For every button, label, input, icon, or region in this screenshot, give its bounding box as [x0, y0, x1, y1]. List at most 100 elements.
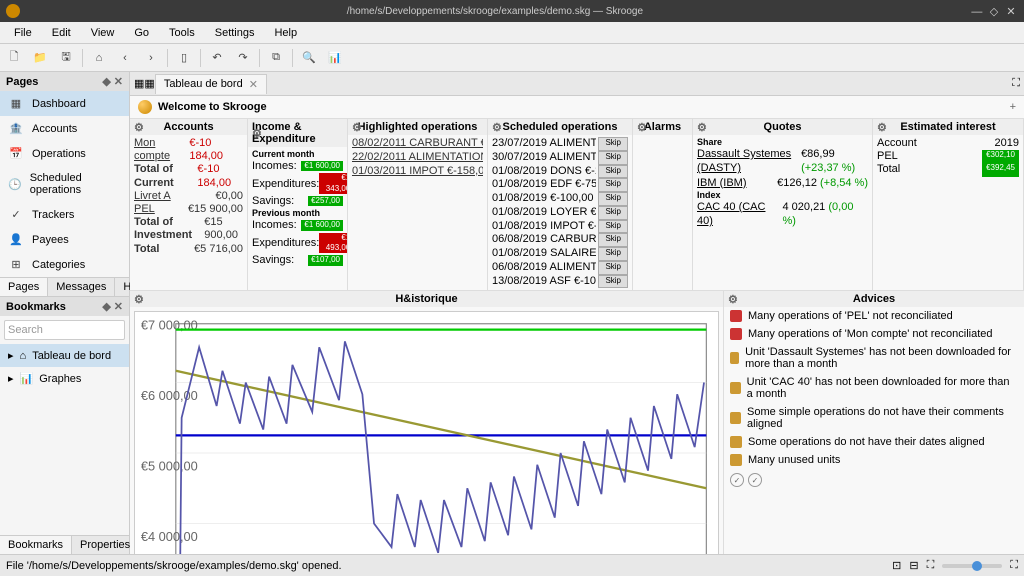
- search-input[interactable]: Search: [4, 320, 125, 340]
- new-icon[interactable]: 🗋: [4, 48, 24, 68]
- redo-icon[interactable]: ↷: [233, 48, 253, 68]
- skip-button[interactable]: Skip: [598, 192, 628, 206]
- quote-name[interactable]: IBM (IBM): [697, 176, 747, 190]
- skip-button[interactable]: Skip: [598, 206, 628, 220]
- skip-button[interactable]: Skip: [598, 220, 628, 234]
- bookmarks-header: Bookmarks ◆✕: [0, 297, 129, 316]
- severity-icon: [730, 382, 741, 394]
- close-button[interactable]: ✕: [1004, 5, 1018, 18]
- report-icon[interactable]: 📊: [325, 48, 345, 68]
- minimize-button[interactable]: —: [970, 6, 984, 18]
- search-icon[interactable]: 🔍: [299, 48, 319, 68]
- home-icon[interactable]: ⌂: [89, 48, 109, 68]
- advice-item[interactable]: Many operations of 'Mon compte' not reco…: [724, 325, 1024, 343]
- add-widget-icon[interactable]: +: [1010, 101, 1016, 113]
- status-icon[interactable]: ⊟: [909, 559, 918, 572]
- menu-help[interactable]: Help: [264, 24, 307, 42]
- tab-bookmarks[interactable]: Bookmarks: [0, 536, 72, 554]
- advice-item[interactable]: Some simple operations do not have their…: [724, 403, 1024, 433]
- highlighted-row: 08/02/2011 CARBURANT €-50,00: [352, 137, 483, 151]
- device-icon[interactable]: ▯: [174, 48, 194, 68]
- account-label[interactable]: Mon compte: [134, 137, 189, 163]
- pin-icon[interactable]: ◆: [102, 76, 110, 88]
- income-row: Savings:€257,00: [252, 194, 343, 208]
- tab-nav-icon[interactable]: ▦: [144, 77, 154, 90]
- panel-close-icon[interactable]: ✕: [114, 301, 123, 313]
- chart-area[interactable]: €7 000,00 €6 000,00 €5 000,00 €4 000,00 …: [134, 311, 719, 554]
- tab-messages[interactable]: Messages: [48, 278, 115, 296]
- bookmark-item[interactable]: ▸⌂Tableau de bord: [0, 344, 129, 367]
- account-label[interactable]: Livret A: [134, 190, 171, 203]
- highlighted-link[interactable]: 22/02/2011 ALIMENTATION €-100,00: [352, 151, 483, 165]
- highlighted-link[interactable]: 08/02/2011 CARBURANT €-50,00: [352, 137, 483, 151]
- advice-text: Many operations of 'Mon compte' not reco…: [748, 328, 993, 340]
- advice-item[interactable]: Many unused units: [724, 451, 1024, 469]
- account-row: Total€5 716,00: [134, 243, 243, 256]
- advice-item[interactable]: Some operations do not have their dates …: [724, 433, 1024, 451]
- highlighted-link[interactable]: 01/03/2011 IMPOT €-158,00: [352, 165, 483, 179]
- gear-icon[interactable]: ⚙: [134, 121, 144, 134]
- quote-name[interactable]: Dassault Systemes (DASTY): [697, 147, 801, 176]
- advice-item[interactable]: Unit 'CAC 40' has not been downloaded fo…: [724, 373, 1024, 403]
- gear-icon[interactable]: ⚙: [728, 293, 738, 306]
- maximize-button[interactable]: ◇: [987, 5, 1001, 18]
- tab-pages[interactable]: Pages: [0, 278, 48, 296]
- est-acct-val: 2019: [995, 137, 1019, 150]
- quote-row: Dassault Systemes (DASTY)€86,99 (+23,37 …: [697, 147, 868, 176]
- sidebar-item[interactable]: 📅Operations: [0, 141, 129, 166]
- skip-button[interactable]: Skip: [598, 247, 628, 261]
- gear-icon[interactable]: ⚙: [492, 121, 502, 134]
- menu-view[interactable]: View: [81, 24, 125, 42]
- forward-icon[interactable]: ›: [141, 48, 161, 68]
- content-tab[interactable]: Tableau de bord ✕: [155, 74, 267, 94]
- copy-icon[interactable]: ⧉: [266, 48, 286, 68]
- quote-name[interactable]: CAC 40 (CAC 40): [697, 200, 782, 229]
- panel-close-icon[interactable]: ✕: [114, 76, 123, 88]
- skip-button[interactable]: Skip: [598, 233, 628, 247]
- save-icon[interactable]: 🖫: [56, 48, 76, 68]
- menu-go[interactable]: Go: [124, 24, 159, 42]
- nav-icon: 👤: [8, 233, 24, 246]
- sidebar-item[interactable]: 👤Payees: [0, 227, 129, 252]
- gear-icon[interactable]: ⚙: [697, 121, 707, 134]
- menu-edit[interactable]: Edit: [42, 24, 81, 42]
- fullscreen-icon[interactable]: ⛶: [1010, 559, 1018, 572]
- income-label: Incomes:: [252, 159, 297, 173]
- gear-icon[interactable]: ⚙: [637, 121, 647, 134]
- gear-icon[interactable]: ⚙: [352, 121, 362, 134]
- menu-tools[interactable]: Tools: [159, 24, 205, 42]
- skip-button[interactable]: Skip: [598, 137, 628, 151]
- undo-icon[interactable]: ↶: [207, 48, 227, 68]
- expand-icon[interactable]: ⛶: [1012, 77, 1020, 90]
- sidebar-item[interactable]: ✓Trackers: [0, 202, 129, 227]
- status-icon[interactable]: ⊡: [892, 559, 901, 572]
- zoom-slider[interactable]: [942, 564, 1002, 568]
- advice-item[interactable]: Many operations of 'PEL' not reconciliat…: [724, 307, 1024, 325]
- menu-settings[interactable]: Settings: [205, 24, 265, 42]
- tab-close-icon[interactable]: ✕: [249, 78, 258, 91]
- sidebar-item[interactable]: 🏦Accounts: [0, 116, 129, 141]
- gear-icon[interactable]: ⚙: [134, 293, 144, 306]
- sidebar-item[interactable]: ▦Dashboard: [0, 91, 129, 116]
- tab-nav-icon[interactable]: ▦: [134, 77, 144, 90]
- sidebar-item[interactable]: ⊞Categories: [0, 252, 129, 277]
- skip-button[interactable]: Skip: [598, 275, 628, 289]
- skip-button[interactable]: Skip: [598, 261, 628, 275]
- sidebar-item[interactable]: 🕒Scheduled operations: [0, 166, 129, 202]
- menu-file[interactable]: File: [4, 24, 42, 42]
- gear-icon[interactable]: ⚙: [877, 121, 887, 134]
- advice-check-icon[interactable]: ✓: [748, 473, 762, 487]
- bookmark-item[interactable]: ▸📊Graphes: [0, 367, 129, 390]
- gear-icon[interactable]: ⚙: [252, 127, 262, 140]
- account-label[interactable]: PEL: [134, 203, 155, 216]
- skip-button[interactable]: Skip: [598, 151, 628, 165]
- back-icon[interactable]: ‹: [115, 48, 135, 68]
- chevron-icon: ▸: [8, 349, 14, 362]
- status-icon[interactable]: ⛶: [927, 559, 935, 572]
- advice-check-icon[interactable]: ✓: [730, 473, 744, 487]
- open-icon[interactable]: 📁: [30, 48, 50, 68]
- skip-button[interactable]: Skip: [598, 165, 628, 179]
- skip-button[interactable]: Skip: [598, 178, 628, 192]
- pin-icon[interactable]: ◆: [102, 301, 110, 313]
- advice-item[interactable]: Unit 'Dassault Systemes' has not been do…: [724, 343, 1024, 373]
